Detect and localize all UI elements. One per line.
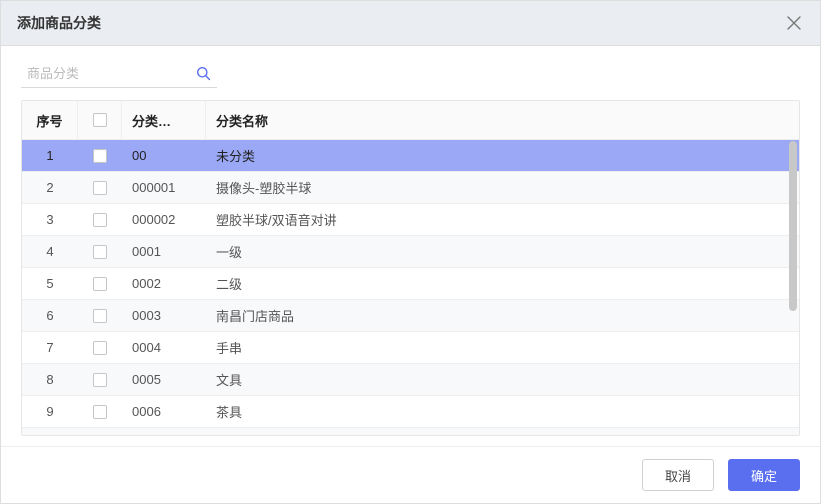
row-checkbox[interactable] xyxy=(93,245,107,259)
cell-checkbox xyxy=(78,309,122,323)
cell-checkbox xyxy=(78,149,122,163)
search-icon xyxy=(196,66,211,81)
table-row[interactable]: 1 00未分类 xyxy=(22,139,799,171)
header-seq: 序号 xyxy=(22,101,78,139)
table-row[interactable]: 9 0006茶具 xyxy=(22,395,799,427)
cell-name: 一级 xyxy=(206,242,799,261)
cell-checkbox xyxy=(78,405,122,419)
confirm-button[interactable]: 确定 xyxy=(728,459,800,491)
cell-seq: 2 xyxy=(22,180,78,195)
cell-name: 布娃娃 xyxy=(206,434,799,435)
cell-seq: 4 xyxy=(22,244,78,259)
close-icon xyxy=(787,16,801,30)
table-row[interactable]: 8 0005文具 xyxy=(22,363,799,395)
cell-name: 手串 xyxy=(206,338,799,357)
cell-name: 茶具 xyxy=(206,402,799,421)
cell-seq: 1 xyxy=(22,148,78,163)
cell-code: 0001 xyxy=(122,244,206,259)
cell-checkbox xyxy=(78,341,122,355)
cell-checkbox xyxy=(78,181,122,195)
row-checkbox[interactable] xyxy=(93,149,107,163)
close-button[interactable] xyxy=(784,13,804,33)
row-checkbox[interactable] xyxy=(93,213,107,227)
cell-name: 未分类 xyxy=(206,146,799,165)
cell-seq: 6 xyxy=(22,308,78,323)
table-body[interactable]: 1 00未分类 2 000001摄像头-塑胶半球 3 000002塑胶半球/双语音对讲 4 0… xyxy=(22,139,799,435)
dialog-body: 序号 分类… 分类名称 1 00未分类 2 000001摄像头-塑胶半球 3 000002… xyxy=(1,46,820,446)
cell-checkbox xyxy=(78,373,122,387)
cell-name: 文具 xyxy=(206,370,799,389)
cell-checkbox xyxy=(78,277,122,291)
scrollbar-thumb[interactable] xyxy=(789,141,797,311)
table-row[interactable]: 3 000002塑胶半球/双语音对讲 xyxy=(22,203,799,235)
cell-name: 二级 xyxy=(206,274,799,293)
table-header-row: 序号 分类… 分类名称 xyxy=(22,101,799,139)
cell-code: 0006 xyxy=(122,404,206,419)
row-checkbox[interactable] xyxy=(93,405,107,419)
cell-seq: 7 xyxy=(22,340,78,355)
scrollbar-track xyxy=(789,141,797,433)
table-row[interactable]: 6 0003南昌门店商品 xyxy=(22,299,799,331)
table-row[interactable]: 5 0002二级 xyxy=(22,267,799,299)
table-row[interactable]: 4 0001一级 xyxy=(22,235,799,267)
dialog-title: 添加商品分类 xyxy=(17,13,101,33)
header-name: 分类名称 xyxy=(206,101,799,139)
cell-code: 000001 xyxy=(122,180,206,195)
row-checkbox[interactable] xyxy=(93,341,107,355)
row-checkbox[interactable] xyxy=(93,373,107,387)
header-code: 分类… xyxy=(122,101,206,139)
table-row[interactable]: 100007布娃娃 xyxy=(22,427,799,435)
cell-code: 0004 xyxy=(122,340,206,355)
row-checkbox[interactable] xyxy=(93,309,107,323)
header-checkbox-cell xyxy=(78,101,122,139)
table-row[interactable]: 2 000001摄像头-塑胶半球 xyxy=(22,171,799,203)
category-table: 序号 分类… 分类名称 1 00未分类 2 000001摄像头-塑胶半球 3 000002… xyxy=(21,100,800,436)
table-row[interactable]: 7 0004手串 xyxy=(22,331,799,363)
cell-seq: 5 xyxy=(22,276,78,291)
cell-seq: 9 xyxy=(22,404,78,419)
cell-code: 00 xyxy=(122,148,206,163)
cell-checkbox xyxy=(78,245,122,259)
dialog: 添加商品分类 序号 分类… 分类名称 1 00未分类 2 000001摄像头-塑胶半球… xyxy=(0,0,821,504)
cell-name: 南昌门店商品 xyxy=(206,306,799,325)
row-checkbox[interactable] xyxy=(93,277,107,291)
cell-checkbox xyxy=(78,213,122,227)
cell-code: 0002 xyxy=(122,276,206,291)
cell-seq: 3 xyxy=(22,212,78,227)
cell-name: 摄像头-塑胶半球 xyxy=(206,178,799,197)
cell-code: 000002 xyxy=(122,212,206,227)
dialog-header: 添加商品分类 xyxy=(1,1,820,46)
cell-name: 塑胶半球/双语音对讲 xyxy=(206,210,799,229)
search-input[interactable] xyxy=(21,60,189,88)
cell-code: 0005 xyxy=(122,372,206,387)
dialog-footer: 取消 确定 xyxy=(1,446,820,503)
search-button[interactable] xyxy=(189,60,217,88)
cancel-button[interactable]: 取消 xyxy=(642,459,714,491)
cell-seq: 8 xyxy=(22,372,78,387)
row-checkbox[interactable] xyxy=(93,181,107,195)
cell-code: 0003 xyxy=(122,308,206,323)
search-row xyxy=(21,60,800,88)
header-checkbox[interactable] xyxy=(93,113,107,127)
